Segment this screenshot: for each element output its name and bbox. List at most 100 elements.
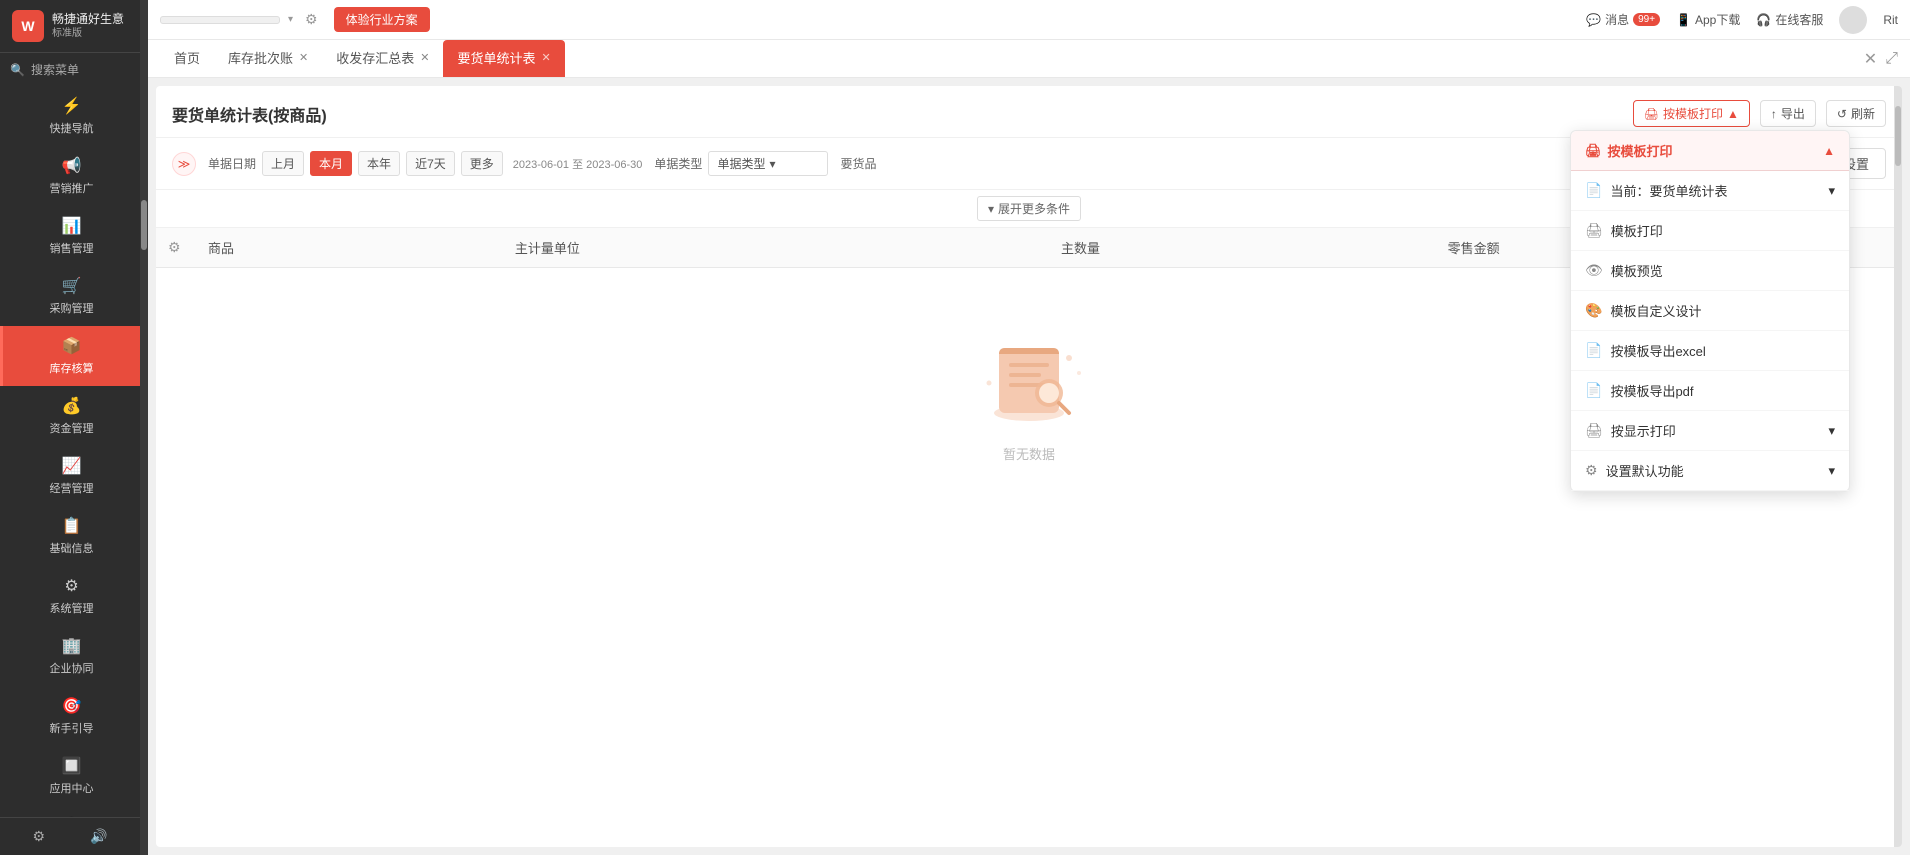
industry-solution-button[interactable]: 体验行业方案 bbox=[334, 7, 430, 32]
message-icon: 💬 bbox=[1586, 13, 1601, 27]
app-download-label: App下载 bbox=[1695, 11, 1740, 28]
marketing-label: 营销推广 bbox=[50, 180, 94, 196]
sales-icon: 📊 bbox=[62, 216, 82, 236]
template-print-dropdown: 🖨 按模板打印 ▲ 📄 当前：要货单统计表 ▾ 🖨 模板打印 👁 模板预览 🎨 … bbox=[1570, 130, 1850, 492]
sidebar-search-menu[interactable]: 🔍 搜索菜单 bbox=[0, 53, 140, 86]
logo-text: 畅捷通好生意 标准版 bbox=[52, 12, 124, 41]
tab-receipts-summary-close[interactable]: ✕ bbox=[420, 51, 429, 64]
refresh-icon: ↺ bbox=[1837, 107, 1847, 121]
template-print-button[interactable]: 🖨 按模板打印 ▲ bbox=[1633, 100, 1750, 127]
dropdown-item-set-default[interactable]: ⚙ 设置默认功能 ▾ bbox=[1571, 451, 1849, 491]
template-print-item-icon: 🖨 bbox=[1585, 222, 1603, 239]
expand-filter-button[interactable]: ≫ bbox=[172, 152, 196, 176]
order-goods-filter-group: 要货品 bbox=[840, 155, 876, 172]
date-btn-more[interactable]: 更多 bbox=[461, 151, 503, 176]
dropdown-item-export-pdf[interactable]: 📄 按模板导出pdf bbox=[1571, 371, 1849, 411]
window-controls: ✕ ⤢ bbox=[1864, 49, 1898, 69]
dropdown-header-chevron[interactable]: ▲ bbox=[1823, 144, 1835, 158]
dropdown-item-template-preview[interactable]: 👁 模板预览 bbox=[1571, 251, 1849, 291]
window-close-icon[interactable]: ✕ bbox=[1864, 49, 1877, 69]
service-icon: 🎧 bbox=[1756, 13, 1771, 27]
sidebar-scrollbar[interactable] bbox=[140, 0, 148, 855]
order-type-filter-group: 单据类型 单据类型 ▾ bbox=[654, 151, 828, 176]
sidebar-item-basic-info[interactable]: 📋 基础信息 bbox=[0, 506, 140, 566]
date-btn-this-year[interactable]: 本年 bbox=[358, 151, 400, 176]
export-label: 导出 bbox=[1781, 105, 1805, 122]
date-btn-7days[interactable]: 近7天 bbox=[406, 151, 455, 176]
order-type-label: 单据类型 bbox=[654, 155, 702, 172]
sidebar-item-finance[interactable]: 💰 资金管理 bbox=[0, 386, 140, 446]
refresh-label: 刷新 bbox=[1851, 105, 1875, 122]
operation-icon: 📈 bbox=[62, 456, 82, 476]
sidebar-item-quick-nav[interactable]: ⚡ 快捷导航 bbox=[0, 86, 140, 146]
date-btn-last-month[interactable]: 上月 bbox=[262, 151, 304, 176]
tab-batch-account[interactable]: 库存批次账 ✕ bbox=[214, 40, 322, 77]
right-scrollbar[interactable] bbox=[1894, 86, 1902, 847]
topbar-gear-icon[interactable]: ⚙ bbox=[305, 11, 318, 28]
sidebar-item-enterprise-wechat[interactable]: 💬 企业微信 bbox=[0, 806, 140, 817]
export-excel-icon: 📄 bbox=[1585, 342, 1602, 359]
topbar-search-box[interactable] bbox=[160, 16, 280, 24]
template-preview-label: 模板预览 bbox=[1611, 261, 1663, 280]
online-service-button[interactable]: 🎧 在线客服 bbox=[1756, 11, 1823, 28]
table-header-gear: ⚙ bbox=[156, 228, 196, 268]
download-icon: 📱 bbox=[1676, 13, 1691, 27]
window-maximize-icon[interactable]: ⤢ bbox=[1885, 50, 1898, 68]
dropdown-title-label: 按模板打印 bbox=[1608, 141, 1673, 160]
sidebar-item-guide[interactable]: 🎯 新手引导 bbox=[0, 686, 140, 746]
sidebar-item-enterprise[interactable]: 🏢 企业协同 bbox=[0, 626, 140, 686]
sidebar-item-sales[interactable]: 📊 销售管理 bbox=[0, 206, 140, 266]
refresh-button[interactable]: ↺ 刷新 bbox=[1826, 100, 1886, 127]
sidebar-item-operation[interactable]: 📈 经营管理 bbox=[0, 446, 140, 506]
column-settings-icon[interactable]: ⚙ bbox=[168, 239, 181, 255]
app-name: 畅捷通好生意 bbox=[52, 12, 124, 28]
right-scroll-thumb bbox=[1895, 106, 1901, 166]
user-avatar[interactable] bbox=[1839, 6, 1867, 34]
purchase-icon: 🛒 bbox=[62, 276, 82, 296]
basic-info-label: 基础信息 bbox=[50, 540, 94, 556]
message-badge: 99+ bbox=[1633, 13, 1660, 26]
dropdown-item-template-print[interactable]: 🖨 模板打印 bbox=[1571, 211, 1849, 251]
export-excel-label: 按模板导出excel bbox=[1610, 341, 1705, 360]
message-button[interactable]: 💬 消息 99+ bbox=[1586, 11, 1660, 28]
sidebar-item-app-center[interactable]: 🔲 应用中心 bbox=[0, 746, 140, 806]
dropdown-current-item[interactable]: 📄 当前：要货单统计表 ▾ bbox=[1571, 171, 1849, 211]
dropdown-item-template-design[interactable]: 🎨 模板自定义设计 bbox=[1571, 291, 1849, 331]
sidebar-item-system[interactable]: ⚙ 系统管理 bbox=[0, 566, 140, 626]
tab-home[interactable]: 首页 bbox=[160, 40, 214, 77]
order-type-select[interactable]: 单据类型 ▾ bbox=[708, 151, 828, 176]
display-print-left: 🖨 按显示打印 bbox=[1585, 421, 1676, 440]
sidebar-settings-btn[interactable]: ⚙ bbox=[33, 828, 46, 845]
tab-bar: 首页 库存批次账 ✕ 收发存汇总表 ✕ 要货单统计表 ✕ ✕ ⤢ bbox=[148, 40, 1910, 78]
dropdown-item-display-print[interactable]: 🖨 按显示打印 ▾ bbox=[1571, 411, 1849, 451]
guide-icon: 🎯 bbox=[62, 696, 82, 716]
tab-order-stats-close[interactable]: ✕ bbox=[542, 51, 551, 64]
dropdown-header: 🖨 按模板打印 ▲ bbox=[1571, 131, 1849, 171]
date-btn-this-month[interactable]: 本月 bbox=[310, 151, 352, 176]
order-type-chevron: ▾ bbox=[769, 157, 775, 171]
app-download-button[interactable]: 📱 App下载 bbox=[1676, 11, 1740, 28]
topbar-dropdown-icon[interactable]: ▾ bbox=[288, 14, 293, 25]
dropdown-current-label: 当前：要货单统计表 bbox=[1610, 181, 1727, 200]
dropdown-item-export-excel[interactable]: 📄 按模板导出excel bbox=[1571, 331, 1849, 371]
sidebar-item-purchase[interactable]: 🛒 采购管理 bbox=[0, 266, 140, 326]
search-icon: 🔍 bbox=[10, 63, 25, 77]
export-pdf-icon: 📄 bbox=[1585, 382, 1602, 399]
basic-info-icon: 📋 bbox=[62, 516, 82, 536]
quick-nav-icon: ⚡ bbox=[62, 96, 82, 116]
expand-more-button[interactable]: ▾ 展开更多条件 bbox=[977, 196, 1081, 221]
sidebar-item-inventory[interactable]: 📦 库存核算 bbox=[0, 326, 140, 386]
template-print-label: 按模板打印 bbox=[1663, 105, 1723, 122]
sidebar-audio-btn[interactable]: 🔊 bbox=[90, 828, 107, 845]
export-button[interactable]: ↑ 导出 bbox=[1760, 100, 1816, 127]
inventory-label: 库存核算 bbox=[50, 360, 94, 376]
tab-batch-account-close[interactable]: ✕ bbox=[299, 51, 308, 64]
app-version: 标准版 bbox=[52, 27, 124, 40]
dropdown-title: 🖨 按模板打印 bbox=[1585, 141, 1673, 160]
sidebar-item-marketing[interactable]: 📢 营销推广 bbox=[0, 146, 140, 206]
header-actions: 🖨 按模板打印 ▲ ↑ 导出 ↺ 刷新 bbox=[1633, 100, 1886, 127]
tab-order-stats[interactable]: 要货单统计表 ✕ bbox=[443, 40, 564, 77]
sidebar: W 畅捷通好生意 标准版 🔍 搜索菜单 ⚡ 快捷导航 📢 营销推广 📊 销售管理… bbox=[0, 0, 140, 855]
printer-icon: 🖨 bbox=[1644, 107, 1659, 121]
tab-receipts-summary[interactable]: 收发存汇总表 ✕ bbox=[322, 40, 443, 77]
